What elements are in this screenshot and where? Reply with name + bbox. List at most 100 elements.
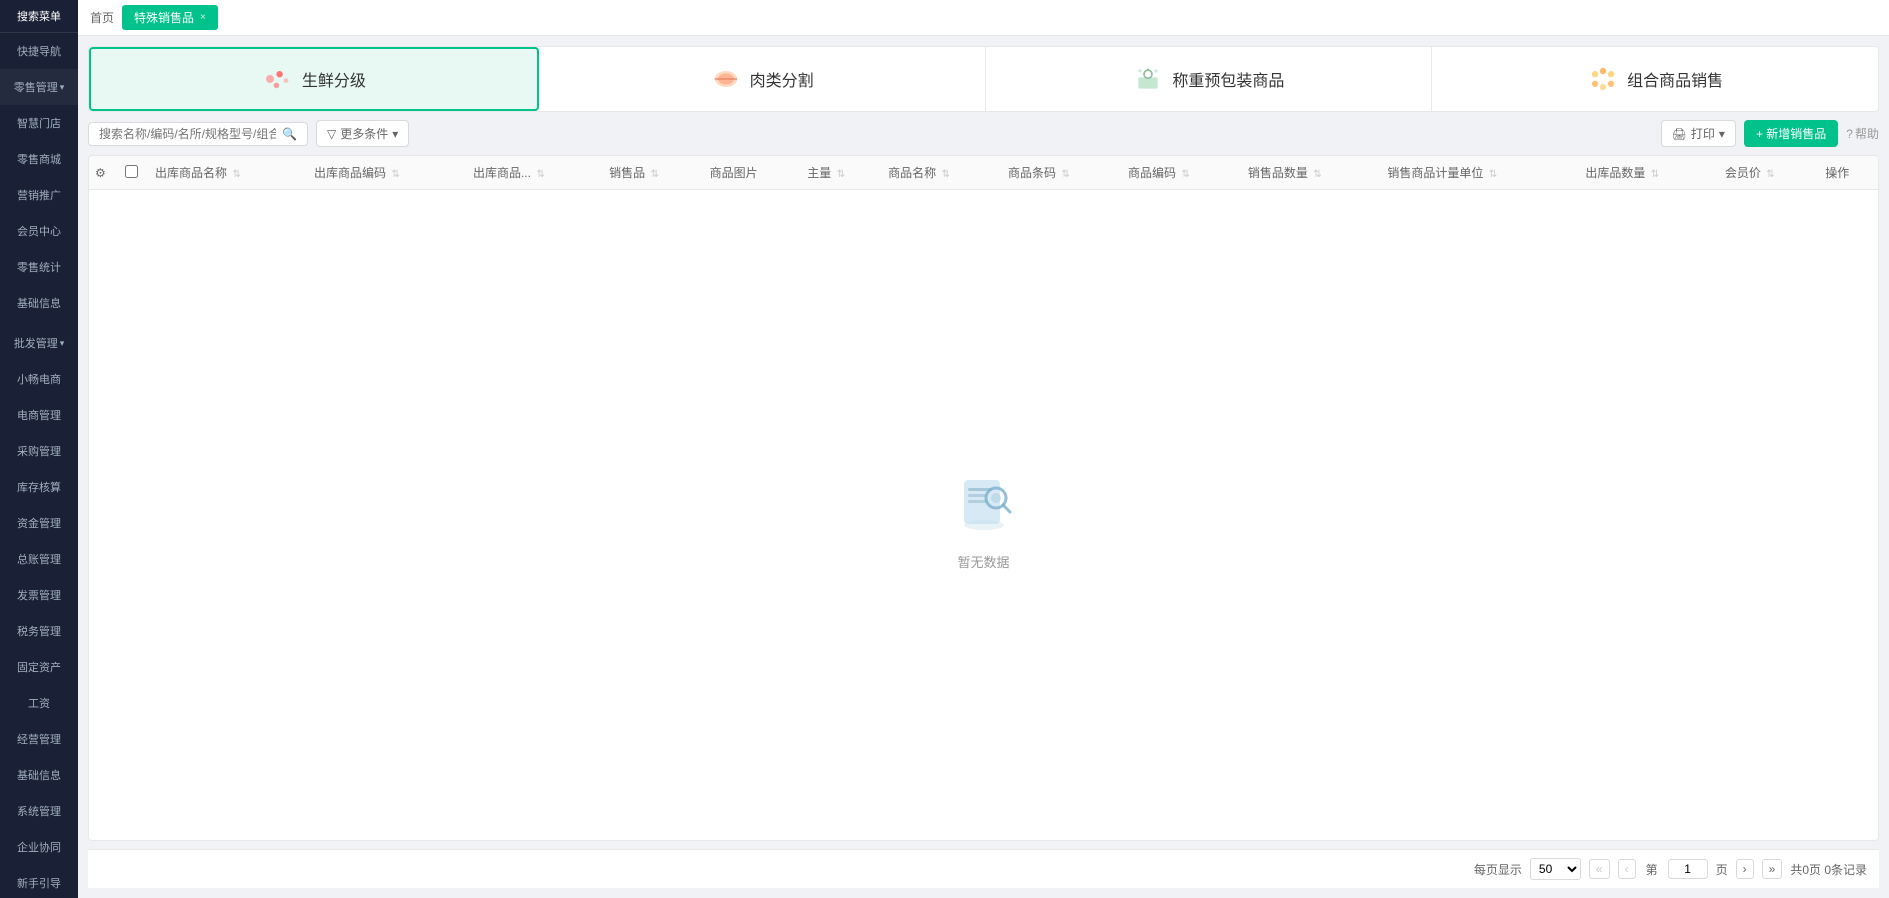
weight-pack-icon (1132, 63, 1164, 95)
prev-page-button[interactable]: ‹ (1618, 859, 1636, 879)
toolbar-right: 🖨 打印 ▾ + 新增销售品 ? 帮助 (1661, 120, 1879, 147)
sidebar-item-retail-mall[interactable]: 零售商城 (0, 141, 78, 177)
meat-cut-icon (710, 63, 742, 95)
th-main-quantity[interactable]: 主量 ⇅ (801, 156, 882, 190)
last-page-button[interactable]: » (1762, 859, 1783, 879)
chevron-down-icon: ▾ (60, 82, 65, 93)
th-out-goods-code[interactable]: 出库商品编码 ⇅ (308, 156, 467, 190)
per-page-label: 每页显示 (1474, 861, 1522, 878)
sidebar-item-label: 营销推广 (17, 187, 61, 203)
sidebar-item-label: 资金管理 (17, 515, 61, 531)
sidebar-item-wholesale-mgmt[interactable]: 批发管理 ▾ (0, 325, 78, 361)
th-goods-barcode[interactable]: 商品条码 ⇅ (1002, 156, 1122, 190)
sidebar-item-retail-mgmt[interactable]: 零售管理 ▾ (0, 69, 78, 105)
tab-fresh-grade[interactable]: 生鲜分级 (89, 47, 539, 111)
print-button[interactable]: 🖨 打印 ▾ (1661, 120, 1736, 147)
sidebar-item-basic-info2[interactable]: 基础信息 (0, 757, 78, 793)
print-icon: 🖨 (1672, 127, 1687, 141)
sidebar-item-label: 零售统计 (17, 259, 61, 275)
page-content: 生鲜分级 肉类分割 称重预包装商品 (78, 36, 1889, 898)
sidebar-logo[interactable]: 搜索菜单 (0, 0, 78, 33)
search-input[interactable] (99, 127, 276, 141)
tab-meat-cut[interactable]: 肉类分割 (539, 47, 986, 111)
tab-label: 特殊销售品 (134, 9, 194, 26)
th-out-goods-spec[interactable]: 出库商品... ⇅ (467, 156, 603, 190)
sidebar-item-smart-store[interactable]: 智慧门店 (0, 105, 78, 141)
meat-cut-label: 肉类分割 (750, 67, 814, 91)
th-out-qty[interactable]: 出库品数量 ⇅ (1579, 156, 1718, 190)
sidebar-item-mini-ecom[interactable]: 小畅电商 (0, 361, 78, 397)
combo-sale-label: 组合商品销售 (1627, 67, 1723, 91)
sidebar-item-member-center[interactable]: 会员中心 (0, 213, 78, 249)
th-checkbox[interactable] (119, 156, 149, 190)
th-out-goods-name[interactable]: 出库商品名称 ⇅ (149, 156, 308, 190)
sidebar-item-invoice-mgmt[interactable]: 发票管理 (0, 577, 78, 613)
sidebar-item-general-ledger[interactable]: 总账管理 (0, 541, 78, 577)
th-operation: 操作 (1819, 156, 1878, 190)
first-page-button[interactable]: « (1589, 859, 1610, 879)
tab-weight-pack[interactable]: 称重预包装商品 (986, 47, 1433, 111)
filter-label: 更多条件 (340, 125, 388, 142)
tab-combo-sale[interactable]: 组合商品销售 (1432, 47, 1878, 111)
sidebar-item-label: 采购管理 (17, 443, 61, 459)
th-sale-unit[interactable]: 销售商品计量单位 ⇅ (1381, 156, 1579, 190)
sort-icon: ⇅ (536, 169, 544, 180)
sidebar-item-sys-mgmt[interactable]: 系统管理 (0, 793, 78, 829)
new-sales-button[interactable]: + 新增销售品 (1744, 120, 1838, 147)
sort-icon: ⇅ (1489, 169, 1497, 180)
sidebar-item-ecom-mgmt[interactable]: 电商管理 (0, 397, 78, 433)
sidebar-item-tax-mgmt[interactable]: 税务管理 (0, 613, 78, 649)
fresh-grade-label: 生鲜分级 (302, 67, 366, 91)
tab-close-icon[interactable]: × (200, 12, 206, 23)
search-icon[interactable]: 🔍 (282, 127, 297, 141)
th-settings[interactable]: ⚙ (89, 156, 119, 190)
combo-sale-icon (1587, 63, 1619, 95)
fresh-grade-icon (262, 63, 294, 95)
filter-button[interactable]: ▽ 更多条件 ▾ (316, 120, 409, 147)
sidebar-item-inventory[interactable]: 库存核算 (0, 469, 78, 505)
sidebar-item-label: 企业协同 (17, 839, 61, 855)
sidebar-item-operation-mgmt[interactable]: 经营管理 (0, 721, 78, 757)
per-page-select[interactable]: 50 10 20 100 (1530, 858, 1581, 880)
sort-icon: ⇅ (941, 169, 949, 180)
sidebar-item-wages[interactable]: 工资 (0, 685, 78, 721)
sidebar-item-label: 电商管理 (17, 407, 61, 423)
th-sale-goods[interactable]: 销售品 ⇅ (603, 156, 703, 190)
sidebar-item-sales-promo[interactable]: 营销推广 (0, 177, 78, 213)
sidebar-item-quick-nav[interactable]: 快捷导航 (0, 33, 78, 69)
th-goods-name[interactable]: 商品名称 ⇅ (882, 156, 1002, 190)
sort-icon: ⇅ (391, 169, 399, 180)
toolbar: 🔍 ▽ 更多条件 ▾ 🖨 打印 ▾ + 新增销售品 ? (88, 120, 1879, 147)
table-header-row: ⚙ 出库商品名称 ⇅ 出库商品编码 ⇅ 出库商品 (89, 156, 1878, 190)
help-button[interactable]: ? 帮助 (1846, 125, 1879, 142)
print-arrow-icon: ▾ (1719, 127, 1725, 141)
sidebar-item-corp-agreement[interactable]: 企业协同 (0, 829, 78, 865)
th-goods-code[interactable]: 商品编码 ⇅ (1122, 156, 1242, 190)
sidebar-item-purchase-mgmt[interactable]: 采购管理 (0, 433, 78, 469)
select-all-checkbox[interactable] (125, 165, 138, 178)
sidebar-item-label: 发票管理 (17, 587, 61, 603)
sidebar: 搜索菜单 快捷导航 零售管理 ▾ 智慧门店 零售商城 营销推广 会员中心 零售统… (0, 0, 78, 898)
special-sales-tab[interactable]: 特殊销售品 × (122, 5, 218, 30)
home-link[interactable]: 首页 (90, 9, 114, 26)
sidebar-item-fixed-assets[interactable]: 固定资产 (0, 649, 78, 685)
sort-icon: ⇅ (1313, 169, 1321, 180)
sidebar-item-label: 快捷导航 (17, 43, 61, 59)
toolbar-left: 🔍 ▽ 更多条件 ▾ (88, 120, 409, 147)
th-sale-qty[interactable]: 销售品数量 ⇅ (1242, 156, 1381, 190)
sidebar-item-label: 固定资产 (17, 659, 61, 675)
sidebar-item-label: 会员中心 (17, 223, 61, 239)
th-member-price[interactable]: 会员价 ⇅ (1719, 156, 1819, 190)
sidebar-item-basic-info[interactable]: 基础信息 (0, 285, 78, 321)
table-container: ⚙ 出库商品名称 ⇅ 出库商品编码 ⇅ 出库商品 (88, 155, 1879, 841)
sidebar-item-new-guide[interactable]: 新手引导 (0, 865, 78, 898)
filter-icon: ▽ (327, 127, 336, 141)
sort-icon: ⇅ (1651, 169, 1659, 180)
weight-pack-label: 称重预包装商品 (1172, 67, 1284, 91)
next-page-button[interactable]: › (1736, 859, 1754, 879)
main-content: 首页 特殊销售品 × 生鲜分级 (78, 0, 1889, 898)
sidebar-item-retail-stats[interactable]: 零售统计 (0, 249, 78, 285)
page-number-input[interactable] (1668, 859, 1708, 879)
sidebar-item-finance-mgmt[interactable]: 资金管理 (0, 505, 78, 541)
data-table: ⚙ 出库商品名称 ⇅ 出库商品编码 ⇅ 出库商品 (89, 156, 1878, 190)
